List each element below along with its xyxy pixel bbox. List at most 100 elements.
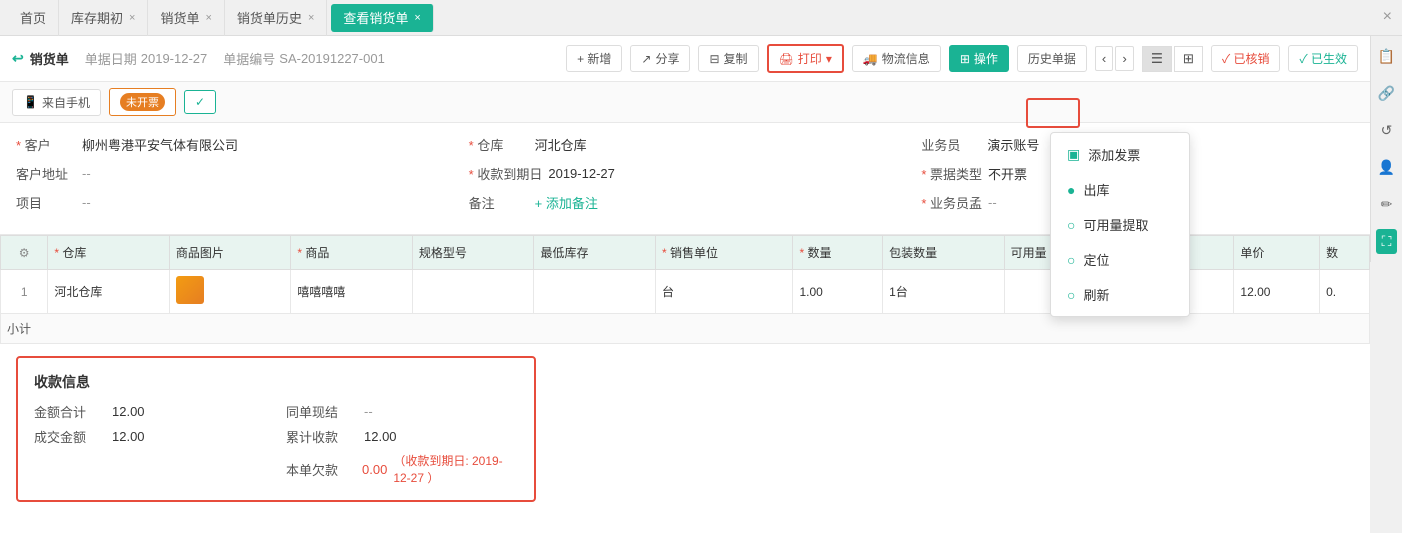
- position-icon: ○: [1067, 252, 1075, 268]
- payment-grid: 金额合计 12.00 同单现结 -- 成交金额 12.00 累计收款 12.00…: [34, 402, 518, 486]
- row-min-stock: [534, 270, 656, 314]
- customer-field: 客户 柳州粤港平安气体有限公司: [16, 135, 449, 154]
- transaction-row: 成交金额 12.00: [34, 427, 266, 446]
- due-date-field: 收款到期日 2019-12-27: [469, 164, 902, 183]
- warehouse-field: 仓库 河北仓库: [469, 135, 902, 154]
- note-add-link[interactable]: + 添加备注: [535, 193, 598, 212]
- tab-home[interactable]: 首页: [8, 0, 59, 36]
- sidebar-link-icon[interactable]: 🔗: [1374, 81, 1399, 106]
- nav-prev[interactable]: ‹: [1095, 46, 1113, 71]
- tab-sales-label: 销货单: [160, 8, 199, 27]
- tab-view-sales-close[interactable]: ×: [414, 12, 420, 24]
- row-pack-qty: 1台: [883, 270, 1005, 314]
- tab-home-label: 首页: [20, 8, 46, 27]
- row-quantity: 1.00: [793, 270, 883, 314]
- print-icon: 🖨: [779, 52, 794, 66]
- th-amount: 数: [1320, 236, 1370, 270]
- from-phone-button[interactable]: 📱 来自手机: [12, 89, 101, 116]
- same-order-label: 同单现结: [286, 402, 356, 421]
- position-label: 定位: [1083, 250, 1109, 269]
- dropdown-available-extract[interactable]: ○ 可用量提取: [1051, 207, 1189, 242]
- nav-next[interactable]: ›: [1115, 46, 1133, 71]
- th-warehouse: * 仓库: [48, 236, 170, 270]
- confirm-button[interactable]: ✓: [184, 90, 216, 114]
- tab-sales[interactable]: 销货单 ×: [148, 0, 224, 36]
- sidebar-user-icon[interactable]: 👤: [1374, 155, 1399, 180]
- row-spec: [412, 270, 534, 314]
- add-invoice-icon: ▣: [1067, 146, 1080, 163]
- main-close-icon[interactable]: ×: [1383, 8, 1392, 26]
- tab-inventory[interactable]: 库存期初 ×: [59, 0, 148, 36]
- view-list-btn[interactable]: ☰: [1142, 46, 1172, 72]
- main-content: ↩ 销货单 单据日期 2019-12-27 单据编号 SA-20191227-0…: [0, 36, 1370, 533]
- note-field: 备注 + 添加备注: [469, 193, 902, 212]
- doc-type-label: 销货单: [30, 49, 69, 68]
- operations-dropdown: ▣ 添加发票 ● 出库 ○ 可用量提取 ○ 定位 ○ 刷新: [1050, 132, 1190, 317]
- copy-button[interactable]: ⊟ 复制: [698, 45, 758, 72]
- owed-label: 本单欠款: [286, 460, 356, 479]
- history-button[interactable]: 历史单据: [1017, 45, 1087, 72]
- dropdown-position[interactable]: ○ 定位: [1051, 242, 1189, 277]
- project-label: 项目: [16, 193, 76, 212]
- view-toggle: ☰ ⊞: [1142, 46, 1203, 72]
- due-date-value: 2019-12-27: [548, 166, 615, 181]
- th-spec: 规格型号: [412, 236, 534, 270]
- transaction-label: 成交金额: [34, 427, 104, 446]
- cumulative-row: 累计收款 12.00: [286, 427, 518, 446]
- refresh-label: 刷新: [1083, 285, 1109, 304]
- doc-date-field: 单据日期 2019-12-27: [85, 49, 208, 68]
- th-unit: * 销售单位: [655, 236, 792, 270]
- print-dropdown-arrow: ▾: [826, 52, 832, 66]
- dropdown-refresh[interactable]: ○ 刷新: [1051, 277, 1189, 312]
- address-field: 客户地址 --: [16, 164, 449, 183]
- tab-sales-close[interactable]: ×: [205, 12, 211, 24]
- effective-button[interactable]: ✓ 已生效: [1288, 45, 1358, 72]
- share-button[interactable]: ↗ 分享: [630, 45, 690, 72]
- sales-staff-label: 业务员孟: [921, 193, 982, 212]
- project-field: 项目 --: [16, 193, 449, 212]
- add-invoice-label: 添加发票: [1088, 145, 1140, 164]
- total-amount-label: 金额合计: [34, 402, 104, 421]
- th-product: * 商品: [291, 236, 413, 270]
- logistics-button[interactable]: 🚚 物流信息: [852, 45, 941, 72]
- dropdown-outbound[interactable]: ● 出库: [1051, 172, 1189, 207]
- sidebar-clipboard-icon[interactable]: 📋: [1374, 44, 1399, 69]
- row-product: 嘻嘻嘻嘻: [291, 270, 413, 314]
- new-button[interactable]: + 新增: [566, 45, 622, 72]
- copy-icon: ⊟: [709, 52, 719, 66]
- sidebar-expand-icon[interactable]: ⛶: [1376, 229, 1398, 254]
- th-gear: ⚙: [1, 236, 48, 270]
- print-button[interactable]: 🖨 打印 ▾: [767, 44, 844, 73]
- tab-history-close[interactable]: ×: [308, 12, 314, 24]
- payment-title: 收款信息: [34, 372, 518, 392]
- th-product-img: 商品图片: [169, 236, 291, 270]
- doc-date-value: 2019-12-27: [141, 51, 208, 66]
- outbound-icon: ●: [1067, 182, 1075, 198]
- due-date-label: 收款到期日: [469, 164, 543, 183]
- doc-number-value: SA-20191227-001: [279, 51, 385, 66]
- operations-button[interactable]: ⊞ 操作: [949, 45, 1009, 72]
- tab-inventory-label: 库存期初: [71, 8, 123, 27]
- tab-inventory-close[interactable]: ×: [129, 12, 135, 24]
- dropdown-add-invoice[interactable]: ▣ 添加发票: [1051, 137, 1189, 172]
- sidebar-edit-icon[interactable]: ✏: [1377, 192, 1397, 217]
- tab-view-sales[interactable]: 查看销货单 ×: [331, 4, 433, 32]
- due-hint: （收款到期日: 2019-12-27 ）: [393, 452, 518, 486]
- available-extract-label: 可用量提取: [1083, 215, 1148, 234]
- sold-out-button[interactable]: ✓ 已核销: [1211, 45, 1281, 72]
- sales-staff-value: --: [988, 195, 997, 210]
- nav-arrows: ‹ ›: [1095, 46, 1134, 71]
- view-grid-btn[interactable]: ⊞: [1174, 46, 1203, 72]
- not-open-badge: 未开票: [120, 93, 165, 111]
- address-value: --: [82, 166, 91, 181]
- tab-bar: 首页 库存期初 × 销货单 × 销货单历史 × 查看销货单 × ×: [0, 0, 1402, 36]
- tab-history[interactable]: 销货单历史 ×: [225, 0, 327, 36]
- tab-view-sales-label: 查看销货单: [343, 8, 408, 27]
- doc-actions: + 新增 ↗ 分享 ⊟ 复制 🖨 打印 ▾ 🚚 物流信息: [566, 44, 1358, 73]
- warehouse-value: 河北仓库: [535, 135, 587, 154]
- not-open-button[interactable]: 未开票: [109, 88, 176, 116]
- staff-value: 演示账号: [987, 135, 1039, 154]
- ticket-type-label: 票据类型: [921, 164, 982, 183]
- sidebar-refresh-icon[interactable]: ↺: [1377, 118, 1397, 143]
- doc-title: ↩ 销货单: [12, 49, 69, 68]
